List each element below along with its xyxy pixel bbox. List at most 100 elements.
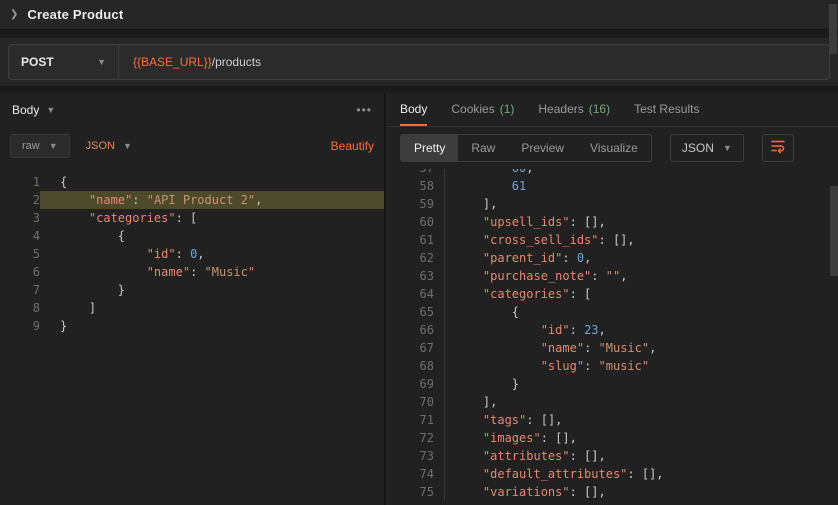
- line-content: 60,: [444, 169, 838, 177]
- chevron-down-icon: ▼: [46, 105, 56, 115]
- line-content: "name": "Music": [146, 265, 256, 279]
- code-line: 6 "name": "Music": [0, 263, 384, 281]
- line-number: 62: [419, 251, 434, 265]
- code-line: 64 "categories": [: [386, 285, 838, 303]
- chevron-down-icon: ▼: [97, 57, 106, 67]
- beautify-button[interactable]: Beautify: [331, 139, 374, 153]
- line-content: "images": [],: [444, 429, 838, 447]
- url-input[interactable]: {{BASE_URL}}/products: [119, 55, 829, 69]
- tab-cookies[interactable]: Cookies (1): [451, 93, 514, 126]
- line-content: "id": 0,: [146, 247, 205, 261]
- url-variable: {{BASE_URL}}: [133, 55, 212, 69]
- line-content: "name": "Music",: [444, 339, 838, 357]
- code-line: 60 "upsell_ids": [],: [386, 213, 838, 231]
- response-language-dropdown[interactable]: JSON ▼: [669, 134, 744, 162]
- code-line: 4 {: [0, 227, 384, 245]
- line-number: 63: [419, 269, 434, 283]
- response-body-viewer[interactable]: 57 60,58 6159 ],60 "upsell_ids": [],61 "…: [386, 169, 838, 505]
- body-type-dropdown[interactable]: raw ▼: [10, 134, 70, 158]
- line-number: 61: [419, 233, 434, 247]
- line-number: 60: [419, 215, 434, 229]
- response-scrollbar[interactable]: [830, 186, 838, 276]
- view-label: Raw: [471, 141, 496, 155]
- line-number: 66: [419, 323, 434, 337]
- line-content: "id": 23,: [444, 321, 838, 339]
- request-body-editor[interactable]: 1 {2 "name": "API Product 2", 3 "categorie…: [0, 165, 384, 505]
- view-raw-button[interactable]: Raw: [458, 135, 508, 161]
- code-line: 66 "id": 23,: [386, 321, 838, 339]
- line-number: 59: [419, 197, 434, 211]
- code-line: 68 "slug": "music": [386, 357, 838, 375]
- line-content: ]: [88, 301, 97, 315]
- view-mode-segmented-control: Pretty Raw Preview Visualize: [400, 134, 652, 162]
- line-content: "name": "API Product 2",: [40, 191, 384, 209]
- view-pretty-button[interactable]: Pretty: [401, 135, 459, 161]
- method-label: POST: [21, 55, 54, 69]
- collapse-chevron-icon[interactable]: ❯: [10, 9, 18, 20]
- line-content: {: [60, 175, 68, 189]
- line-number: 70: [419, 395, 434, 409]
- titlebar: ❯ Create Product: [0, 0, 838, 30]
- more-options-button[interactable]: •••: [356, 103, 372, 117]
- app-window: ❯ Create Product POST ▼ {{BASE_URL}}/pro…: [0, 0, 838, 505]
- tab-label: Test Results: [634, 101, 700, 116]
- method-select[interactable]: POST ▼: [9, 45, 119, 79]
- line-content: {: [444, 303, 838, 321]
- wrap-text-button[interactable]: [761, 134, 794, 162]
- chevron-down-icon: ▼: [123, 141, 132, 151]
- response-view-toolbar: Pretty Raw Preview Visualize JSON ▼: [386, 127, 838, 169]
- line-number: 5: [32, 247, 40, 261]
- line-content: "default_attributes": [],: [444, 465, 838, 483]
- language-dropdown[interactable]: JSON ▼: [86, 140, 132, 152]
- text-wrap-icon: [770, 138, 786, 159]
- line-content: ],: [444, 393, 838, 411]
- line-number: 74: [419, 467, 434, 481]
- line-number: 67: [419, 341, 434, 355]
- line-content: {: [117, 229, 126, 243]
- line-number: 8: [32, 301, 40, 315]
- request-bar: POST ▼ {{BASE_URL}}/products: [0, 38, 838, 86]
- code-line: 69 }: [386, 375, 838, 393]
- line-number: 65: [419, 305, 434, 319]
- language-label: JSON: [85, 140, 115, 152]
- line-content: "purchase_note": "",: [444, 267, 838, 285]
- body-type-label: raw: [22, 140, 40, 152]
- response-tabs: Body Cookies (1) Headers (16) Test Resul…: [386, 93, 838, 127]
- line-number: 69: [419, 377, 434, 391]
- line-number: 2: [32, 193, 40, 207]
- line-number: 73: [419, 449, 434, 463]
- body-section-dropdown[interactable]: Body ▼: [12, 103, 55, 117]
- line-number: 57: [386, 169, 434, 177]
- code-line: 8 ]: [0, 299, 384, 317]
- left-editor-scrollbar[interactable]: [829, 4, 837, 54]
- code-line: 73 "attributes": [],: [386, 447, 838, 465]
- line-content: 61: [444, 177, 838, 195]
- code-line: 9}: [0, 317, 384, 335]
- tab-headers[interactable]: Headers (16): [538, 93, 610, 126]
- line-number: 71: [419, 413, 434, 427]
- code-line: 3 "categories": [: [0, 209, 384, 227]
- tab-body[interactable]: Body: [400, 93, 428, 126]
- tab-test-results[interactable]: Test Results: [634, 93, 699, 126]
- code-line: 74 "default_attributes": [],: [386, 465, 838, 483]
- line-number: 72: [419, 431, 434, 445]
- view-visualize-button[interactable]: Visualize: [577, 135, 651, 161]
- line-content: ],: [444, 195, 838, 213]
- tab-count-badge: (1): [499, 101, 515, 116]
- response-panel: Body Cookies (1) Headers (16) Test Resul…: [386, 93, 838, 505]
- code-line: 59 ],: [386, 195, 838, 213]
- chevron-down-icon: ▼: [48, 141, 58, 151]
- view-label: Visualize: [590, 141, 638, 155]
- line-number: 7: [32, 283, 40, 297]
- request-body-panel: Body ▼ ••• raw ▼ JSON ▼ Beautify 1 {2 "na…: [0, 4, 837, 505]
- code-line: 7 }: [0, 281, 384, 299]
- code-line: 57 60,: [386, 169, 838, 177]
- request-section-row: Body ▼ •••: [0, 93, 384, 127]
- code-line: 70 ],: [386, 393, 838, 411]
- tab-label: Headers: [538, 101, 584, 116]
- code-line: 67 "name": "Music",: [386, 339, 838, 357]
- view-preview-button[interactable]: Preview: [508, 135, 577, 161]
- code-line: 61 "cross_sell_ids": [],: [386, 231, 838, 249]
- line-number: 1: [32, 175, 40, 189]
- code-line: 71 "tags": [],: [386, 411, 838, 429]
